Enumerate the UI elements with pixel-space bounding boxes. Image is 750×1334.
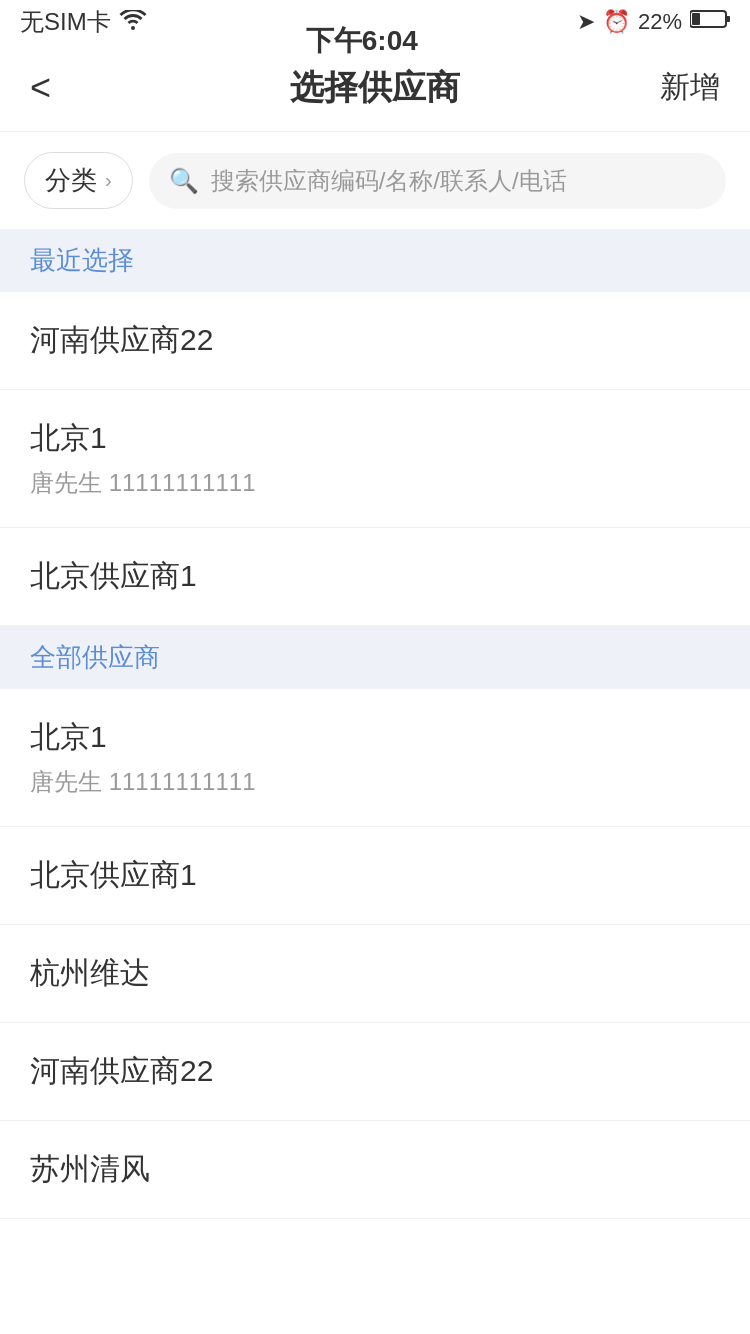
recent-items-list: 河南供应商22 北京1 唐先生 11111111111 北京供应商1 <box>0 292 750 626</box>
item-sub: 唐先生 11111111111 <box>30 766 720 798</box>
carrier-text: 无SIM卡 <box>20 6 111 38</box>
search-box[interactable]: 🔍 搜索供应商编码/名称/联系人/电话 <box>149 153 726 209</box>
category-filter[interactable]: 分类 › <box>24 152 133 209</box>
category-label: 分类 <box>45 163 97 198</box>
item-sub: 唐先生 11111111111 <box>30 467 720 499</box>
status-left: 无SIM卡 <box>20 6 147 38</box>
item-name: 北京供应商1 <box>30 556 197 597</box>
item-name: 河南供应商22 <box>30 320 213 361</box>
filter-bar: 分类 › 🔍 搜索供应商编码/名称/联系人/电话 <box>0 132 750 229</box>
location-icon: ➤ <box>577 9 595 35</box>
list-item[interactable]: 北京1 唐先生 11111111111 <box>0 390 750 528</box>
status-bar: 无SIM卡 下午6:04 ➤ ⏰ 22% <box>0 0 750 44</box>
page-title: 选择供应商 <box>290 65 460 111</box>
list-item[interactable]: 北京1 唐先生 11111111111 <box>0 689 750 827</box>
item-name: 苏州清风 <box>30 1149 150 1190</box>
status-right: ➤ ⏰ 22% <box>577 9 730 35</box>
svg-rect-2 <box>692 13 700 25</box>
battery-text: 22% <box>638 9 682 35</box>
battery-icon <box>690 9 730 35</box>
list-item[interactable]: 北京供应商1 <box>0 827 750 925</box>
search-icon: 🔍 <box>169 167 199 195</box>
list-item[interactable]: 苏州清风 <box>0 1121 750 1219</box>
search-placeholder: 搜索供应商编码/名称/联系人/电话 <box>211 165 567 197</box>
item-name: 北京1 <box>30 717 720 758</box>
alarm-icon: ⏰ <box>603 9 630 35</box>
list-item[interactable]: 河南供应商22 <box>0 1023 750 1121</box>
all-section-header: 全部供应商 <box>0 626 750 689</box>
list-item[interactable]: 杭州维达 <box>0 925 750 1023</box>
wifi-icon <box>119 8 147 36</box>
back-button[interactable]: < <box>30 67 90 109</box>
recent-section-header: 最近选择 <box>0 229 750 292</box>
add-button[interactable]: 新增 <box>660 67 720 108</box>
status-time: 下午6:04 <box>306 22 418 60</box>
list-item[interactable]: 北京供应商1 <box>0 528 750 626</box>
item-name: 北京1 <box>30 418 720 459</box>
all-items-list: 北京1 唐先生 11111111111 北京供应商1 杭州维达河南供应商22 苏州清风 <box>0 689 750 1219</box>
item-name: 杭州维达 <box>30 953 150 994</box>
item-name: 河南供应商22 <box>30 1051 213 1092</box>
chevron-right-icon: › <box>105 169 112 192</box>
item-name: 北京供应商1 <box>30 855 197 896</box>
list-item[interactable]: 河南供应商22 <box>0 292 750 390</box>
svg-rect-1 <box>726 16 730 22</box>
